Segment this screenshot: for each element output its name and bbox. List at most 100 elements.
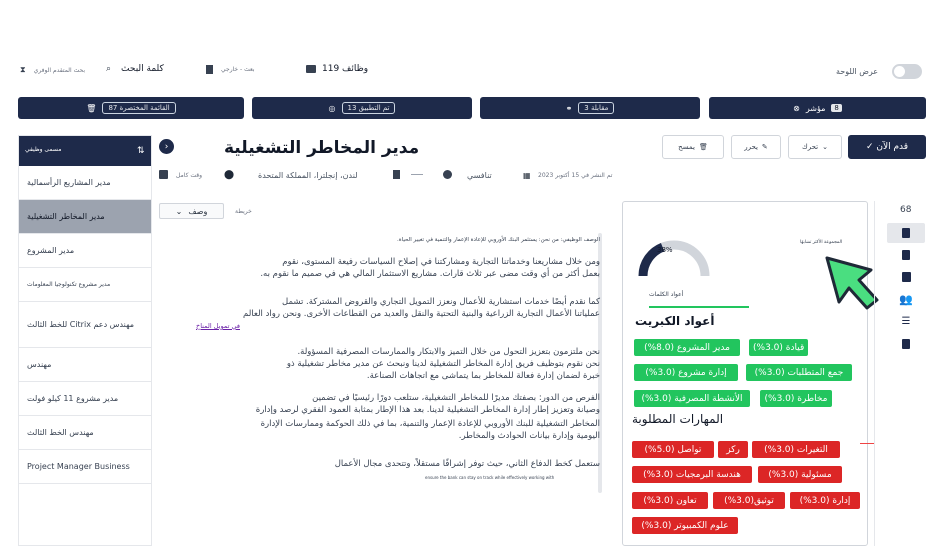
salary-type: تنافسي: [467, 171, 492, 180]
indicator-tab[interactable]: ⊗ مؤشر 8: [709, 97, 926, 119]
apply-now-button[interactable]: ✓ قدم الآن: [848, 135, 926, 159]
briefcase-icon: [306, 65, 316, 73]
keyword-search[interactable]: ⌕ كلمة البحث: [106, 64, 164, 74]
rail-count: 68: [900, 205, 912, 215]
location-filter[interactable]: بعث - خارجي: [206, 65, 255, 74]
description-line: وصيانة وتعزيز إطار إدارة المخاطر التشغيل…: [255, 405, 600, 415]
description-line: خبرة لضمان إدارة فعالة للمخاطر بما يتماش…: [366, 371, 600, 381]
job-schedule: وقت كامل: [176, 172, 203, 179]
sidebar-header: مسمى وظيفي ⇅: [19, 136, 151, 166]
document-search-icon[interactable]: [899, 226, 913, 240]
skill-tag: تواصل (5.0%): [632, 441, 714, 458]
description-line: نحن نقوم بتوظيف فريق إدارة المخاطر التشغ…: [286, 359, 600, 369]
move-button[interactable]: تحرك ⌄: [788, 135, 842, 159]
check-circle-icon: ◎: [328, 103, 336, 113]
divider: [411, 174, 423, 175]
keyword-tag: الأنشطة المصرفية (3.0%): [634, 390, 750, 407]
skill-tag: توثيق(3.0%): [713, 492, 785, 509]
trash-icon: 🗑: [698, 143, 708, 151]
description-line: اليومية وإدارة بيانات الحوادث والمخاطر.: [458, 431, 600, 441]
handshake-icon: ⚭: [565, 103, 573, 113]
sidebar-item-third-line[interactable]: مهندس الخط الثالث: [19, 416, 151, 450]
hourglass-icon: ⧗: [20, 65, 26, 74]
shortlist-tab[interactable]: 🗑 القائمة المختصرة 87: [18, 97, 244, 119]
skill-tag: علوم الكمبيوتر (3.0%): [632, 517, 738, 534]
description-line: بعمل أكثر من أي وقت مضى عبر ثلاث قارات. …: [260, 269, 600, 279]
view-toggle[interactable]: [892, 64, 922, 79]
keyword-tag: مخاطرة (3.0%): [760, 390, 832, 407]
jobs-count[interactable]: وظائف 119: [306, 64, 368, 74]
edit-button[interactable]: يحرر ✎: [731, 135, 781, 159]
indicator-badge: 8: [831, 104, 842, 112]
advanced-search[interactable]: ⧗ بحث المتقدم الوفري: [20, 65, 85, 75]
map-pin-icon: ⬤: [224, 170, 235, 180]
description-line: المخاطر التشغيلية للبنك الأوروبي للإعادة…: [260, 419, 600, 429]
keywords-progress: [649, 306, 749, 308]
description-line: عملياتنا الأعمال التجارية الزراعية والبن…: [243, 309, 600, 319]
description-line: نحن ملتزمون بتعزيز التحول من خلال التميز…: [297, 347, 600, 357]
delete-button[interactable]: يمسح 🗑: [662, 135, 724, 159]
keyword-tag: إدارة مشروع (3.0%): [634, 364, 738, 381]
pencil-icon: ✎: [761, 143, 768, 151]
description-line: كما نقدم أيضًا خدمات استشارية للأعمال ون…: [282, 297, 600, 307]
sidebar-item-citrix-engineer[interactable]: مهندس دعم Citrix للخط الثالث: [19, 302, 151, 348]
users-icon[interactable]: 👥: [899, 292, 913, 306]
calendar-icon: ▦: [523, 171, 531, 180]
tab-map[interactable]: خريطة: [235, 208, 252, 215]
climate-finance-link[interactable]: في تمويل المناخ: [196, 320, 240, 332]
job-list-sidebar[interactable]: مسمى وظيفي ⇅ مدير المشاريع الرأسمالية مد…: [18, 135, 152, 546]
sidebar-item-business-pm[interactable]: Project Manager Business: [19, 450, 151, 484]
sidebar-item-operational-risk[interactable]: مدير المخاطر التشغيلية: [19, 200, 151, 234]
skill-tag: التغيرات (3.0%): [752, 441, 840, 458]
cursor-arrow-icon: [825, 256, 879, 310]
file-icon[interactable]: [899, 337, 913, 351]
chevron-down-icon: ⌄: [175, 206, 183, 216]
money-icon: [443, 170, 452, 179]
sort-icon[interactable]: ⇅: [137, 146, 145, 156]
sidebar-item-11kv-project[interactable]: مدير مشروع 11 كيلو فولت: [19, 382, 151, 416]
rail-marker: [860, 443, 874, 444]
sidebar-item-project-manager[interactable]: مدير المشروع: [19, 234, 151, 268]
description-line: ومن خلال مشاريعنا وخدماتنا التجارية ومشا…: [282, 257, 600, 267]
job-location: لندن، إنجلترا، المملكة المتحدة: [258, 171, 358, 180]
keyword-tag: مدير المشروع (8.0%): [634, 339, 740, 356]
job-title: مدير المخاطر التشغيلية: [224, 138, 420, 158]
match-note: المجموعة الأكثر تشابهًا: [800, 240, 843, 245]
description-line: ensure the bank can stay on track while …: [425, 475, 555, 480]
briefcase-icon: [159, 170, 168, 179]
keyword-tag: قيادة (3.0%): [749, 339, 809, 356]
collapse-arrow-icon[interactable]: ›: [159, 139, 174, 154]
skill-tag: مسئولية (3.0%): [758, 466, 842, 483]
sidebar-item-capital-projects[interactable]: مدير المشاريع الرأسمالية: [19, 166, 151, 200]
search-icon: ⌕: [106, 64, 112, 74]
sidebar-item-it-project-manager[interactable]: مدير مشروع تكنولوجيا المعلومات: [19, 268, 151, 302]
rail-divider: [874, 201, 875, 546]
list-icon[interactable]: ☰: [899, 314, 913, 328]
description-line: الفرص من الدور: بصفتك مديرًا للمخاطر الت…: [312, 393, 600, 403]
document-icon[interactable]: [899, 248, 913, 262]
skill-tag: ركز: [718, 441, 748, 458]
skill-tag: هندسة البرمجيات (3.0%): [632, 466, 752, 483]
keywords-heading: أعواد الكبريت: [635, 314, 715, 328]
building-icon: [393, 170, 400, 179]
building-icon[interactable]: [899, 270, 913, 284]
skill-tag: تعاون (3.0%): [632, 492, 708, 509]
applied-tab[interactable]: ◎ تم التطبيق 13: [252, 97, 472, 119]
skill-tag: إدارة (3.0%): [790, 492, 860, 509]
view-toggle-label: عرض اللوحة: [836, 67, 879, 76]
interview-tab[interactable]: ⚭ مقابلة 3: [480, 97, 700, 119]
x-circle-icon: ⊗: [793, 103, 800, 113]
tab-description[interactable]: ⌄ وصف: [159, 203, 224, 219]
description-summary: الوصف الوظيفي: من نحن: يستثمر البنك الأو…: [397, 237, 600, 243]
match-gauge: [638, 240, 710, 277]
keywords-small-label: أعواد الكلمات: [649, 291, 684, 298]
match-percent: 38%: [657, 246, 673, 254]
skills-heading: المهارات المطلوبة: [632, 412, 724, 426]
building-icon: [206, 65, 213, 74]
posted-date: تم النشر في 15 أكتوبر 2023: [538, 172, 613, 179]
description-line: ستعمل كخط الدفاع الثاني، حيث توفر إشرافً…: [334, 459, 600, 469]
keyword-tag: جمع المتطلبات (3.0%): [746, 364, 852, 381]
sidebar-item-engineer[interactable]: مهندس: [19, 348, 151, 382]
chevron-down-icon: ⌄: [822, 143, 828, 151]
trash-icon: 🗑: [86, 103, 97, 113]
